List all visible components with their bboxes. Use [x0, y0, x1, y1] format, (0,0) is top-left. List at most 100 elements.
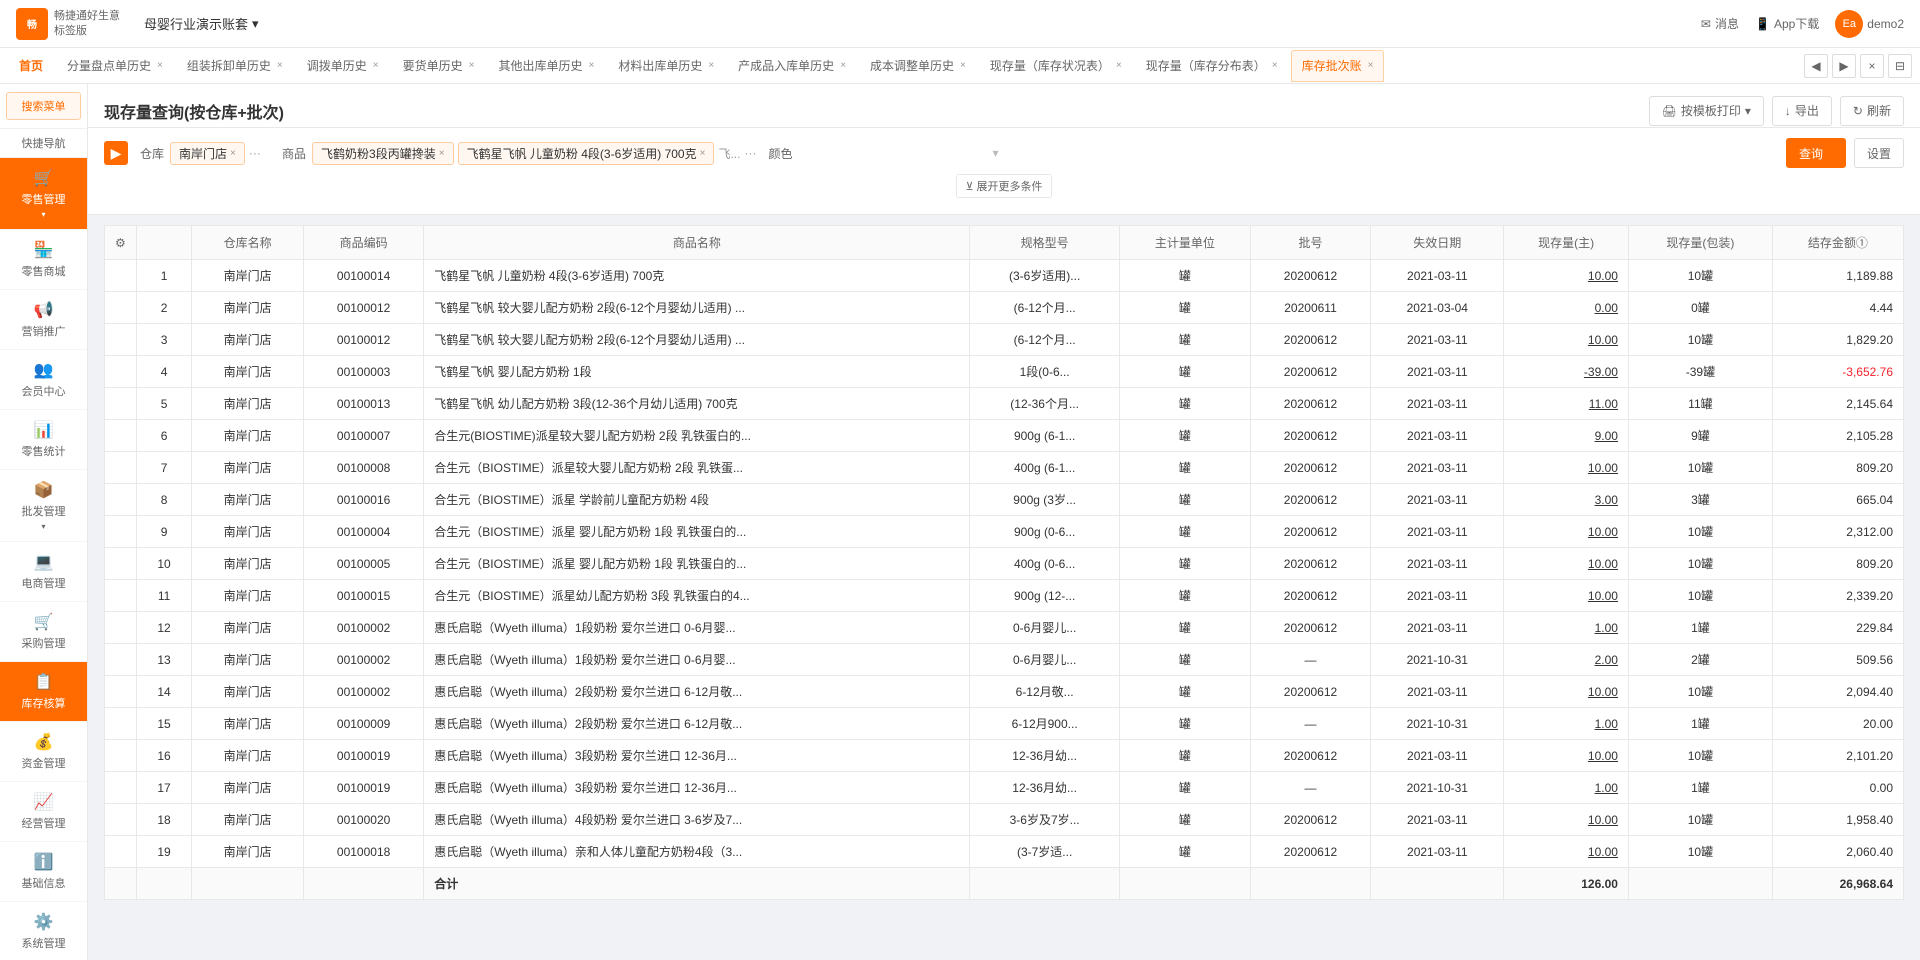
tag-close-icon[interactable]: × — [439, 148, 445, 159]
tab-10[interactable]: 现存量（库存分布表） × — [1135, 50, 1289, 82]
table-row: 4 南岸门店 00100003 飞鹤星飞帆 婴儿配方奶粉 1段 1段(0-6..… — [105, 356, 1904, 388]
settings-button[interactable]: 设置 — [1854, 138, 1904, 168]
cell-qty-main[interactable]: 9.00 — [1504, 420, 1629, 452]
close-icon[interactable]: × — [840, 60, 846, 71]
warehouse-tag-1[interactable]: 南岸门店 × — [170, 142, 245, 165]
sidebar-item-inventory[interactable]: 📋 库存核算 — [0, 662, 87, 722]
tag-close-icon[interactable]: × — [230, 148, 236, 159]
message-action[interactable]: ✉ 消息 — [1701, 15, 1739, 32]
cell-qty-main[interactable]: 10.00 — [1504, 580, 1629, 612]
tab-2[interactable]: 组装拆卸单历史 × — [176, 50, 294, 82]
cell-spec: 6-12月敬... — [970, 676, 1119, 708]
user-avatar[interactable]: Ea demo2 — [1835, 10, 1904, 38]
close-icon[interactable]: × — [1368, 60, 1374, 71]
tab-scroll-left[interactable]: ◀ — [1804, 54, 1828, 78]
tab-4[interactable]: 要货单历史 × — [392, 50, 486, 82]
cell-unit: 罐 — [1119, 420, 1250, 452]
goods-tag-2[interactable]: 飞鹤星飞帆 儿童奶粉 4段(3-6岁适用) 700克 × — [458, 142, 715, 165]
tab-1[interactable]: 分量盘点单历史 × — [56, 50, 174, 82]
tag-close-icon[interactable]: × — [700, 148, 706, 159]
chevron-down-icon: ▾ — [1745, 104, 1751, 118]
top-bar: 畅 畅捷通好生意 标签版 母婴行业演示账套 ▾ ✉ 消息 📱 App下载 Ea … — [0, 0, 1920, 48]
tab-8[interactable]: 成本调整单历史 × — [859, 50, 977, 82]
query-button[interactable]: 查询 — [1786, 138, 1846, 168]
sidebar-quick-nav[interactable]: 快捷导航 — [0, 129, 87, 158]
tab-5[interactable]: 其他出库单历史 × — [487, 50, 605, 82]
sidebar-item-base-info[interactable]: ℹ️ 基础信息 — [0, 842, 87, 902]
cell-qty-main[interactable]: 3.00 — [1504, 484, 1629, 516]
tab-9[interactable]: 现存量（库存状况表） × — [979, 50, 1133, 82]
close-icon[interactable]: × — [373, 60, 379, 71]
sidebar-item-ecommerce[interactable]: 💻 电商管理 — [0, 542, 87, 602]
cell-qty-main[interactable]: 0.00 — [1504, 292, 1629, 324]
sidebar-item-retail-mall[interactable]: 🏪 零售商城 — [0, 230, 87, 290]
close-icon[interactable]: × — [960, 60, 966, 71]
close-icon[interactable]: × — [588, 60, 594, 71]
cell-checkbox — [105, 260, 137, 292]
tab-7[interactable]: 产成品入库单历史 × — [727, 50, 857, 82]
cell-qty-main[interactable]: 1.00 — [1504, 708, 1629, 740]
sidebar-item-retail-mgmt[interactable]: 🛒 零售管理 ▾ — [0, 158, 87, 230]
sidebar-item-purchase[interactable]: 🛒 采购管理 — [0, 602, 87, 662]
col-settings[interactable]: ⚙ — [105, 226, 137, 260]
stats-icon: 📊 — [34, 420, 54, 440]
goods-tag-1[interactable]: 飞鹤奶粉3段丙罐搀装 × — [312, 142, 454, 165]
close-icon[interactable]: × — [1116, 60, 1122, 71]
refresh-button[interactable]: ↻ 刷新 — [1840, 96, 1904, 126]
export-button[interactable]: ↓ 导出 — [1772, 96, 1832, 126]
goods-more-text[interactable]: 飞... — [718, 145, 740, 162]
close-icon[interactable]: × — [708, 60, 714, 71]
sidebar-item-member[interactable]: 👥 会员中心 — [0, 350, 87, 410]
close-icon[interactable]: × — [157, 60, 163, 71]
close-icon[interactable]: × — [1272, 60, 1278, 71]
tab-menu[interactable]: ⊟ — [1888, 54, 1912, 78]
sidebar-item-wholesale[interactable]: 📦 批发管理 ▾ — [0, 470, 87, 542]
cell-no: 12 — [136, 612, 192, 644]
sidebar-item-ops[interactable]: 📈 经营管理 — [0, 782, 87, 842]
sidebar-item-retail-stats[interactable]: 📊 零售统计 — [0, 410, 87, 470]
expand-conditions-btn[interactable]: ⊻ 展开更多条件 — [956, 174, 1051, 198]
cell-name: 惠氏启聪（Wyeth illuma）4段奶粉 爱尔兰进口 3-6岁及7... — [424, 804, 970, 836]
close-icon[interactable]: × — [277, 60, 283, 71]
sidebar-item-system[interactable]: ⚙️ 系统管理 — [0, 902, 87, 960]
account-selector[interactable]: 母婴行业演示账套 ▾ — [144, 14, 259, 33]
close-icon[interactable]: × — [469, 60, 475, 71]
tab-home[interactable]: 首页 — [8, 50, 54, 82]
cell-qty-main[interactable]: 10.00 — [1504, 676, 1629, 708]
color-selector[interactable]: ▾ — [798, 146, 998, 160]
cell-qty-main[interactable]: 11.00 — [1504, 388, 1629, 420]
table-body: 1 南岸门店 00100014 飞鹤星飞帆 儿童奶粉 4段(3-6岁适用) 70… — [105, 260, 1904, 868]
cell-qty-main[interactable]: 10.00 — [1504, 324, 1629, 356]
tab-6[interactable]: 材料出库单历史 × — [607, 50, 725, 82]
warehouse-filter-label: 仓库 — [140, 145, 164, 162]
cell-qty-main[interactable]: 10.00 — [1504, 260, 1629, 292]
table-row: 12 南岸门店 00100002 惠氏启聪（Wyeth illuma）1段奶粉 … — [105, 612, 1904, 644]
cell-qty-main[interactable]: 10.00 — [1504, 836, 1629, 868]
cell-qty-main[interactable]: 2.00 — [1504, 644, 1629, 676]
print-button[interactable]: 🖨 按模板打印 ▾ — [1649, 96, 1764, 126]
tab-11[interactable]: 库存批次账 × — [1291, 50, 1385, 82]
sidebar-item-finance[interactable]: 💰 资金管理 — [0, 722, 87, 782]
tab-close-current[interactable]: × — [1860, 54, 1884, 78]
table-row: 1 南岸门店 00100014 飞鹤星飞帆 儿童奶粉 4段(3-6岁适用) 70… — [105, 260, 1904, 292]
cell-spec: (12-36个月... — [970, 388, 1119, 420]
app-download-action[interactable]: 📱 App下载 — [1755, 15, 1819, 32]
cell-qty-main[interactable]: 10.00 — [1504, 804, 1629, 836]
sidebar-item-marketing[interactable]: 📢 营销推广 — [0, 290, 87, 350]
tab-3[interactable]: 调拨单历史 × — [296, 50, 390, 82]
tab-scroll-right[interactable]: ▶ — [1832, 54, 1856, 78]
search-menu-button[interactable]: 搜索菜单 — [6, 92, 81, 120]
cell-qty-main[interactable]: -39.00 — [1504, 356, 1629, 388]
cell-code: 00100014 — [303, 260, 423, 292]
cell-qty-main[interactable]: 10.00 — [1504, 548, 1629, 580]
filter-expand-arrow[interactable]: ▶ — [104, 141, 128, 165]
cell-qty-main[interactable]: 10.00 — [1504, 516, 1629, 548]
cell-code: 00100002 — [303, 612, 423, 644]
filter-more-btn[interactable]: ··· — [744, 146, 756, 160]
filter-more-btn[interactable]: ··· — [249, 146, 261, 160]
cell-qty-main[interactable]: 1.00 — [1504, 612, 1629, 644]
settings-icon[interactable]: ⚙ — [115, 236, 126, 250]
cell-qty-main[interactable]: 10.00 — [1504, 452, 1629, 484]
cell-qty-main[interactable]: 1.00 — [1504, 772, 1629, 804]
cell-qty-main[interactable]: 10.00 — [1504, 740, 1629, 772]
